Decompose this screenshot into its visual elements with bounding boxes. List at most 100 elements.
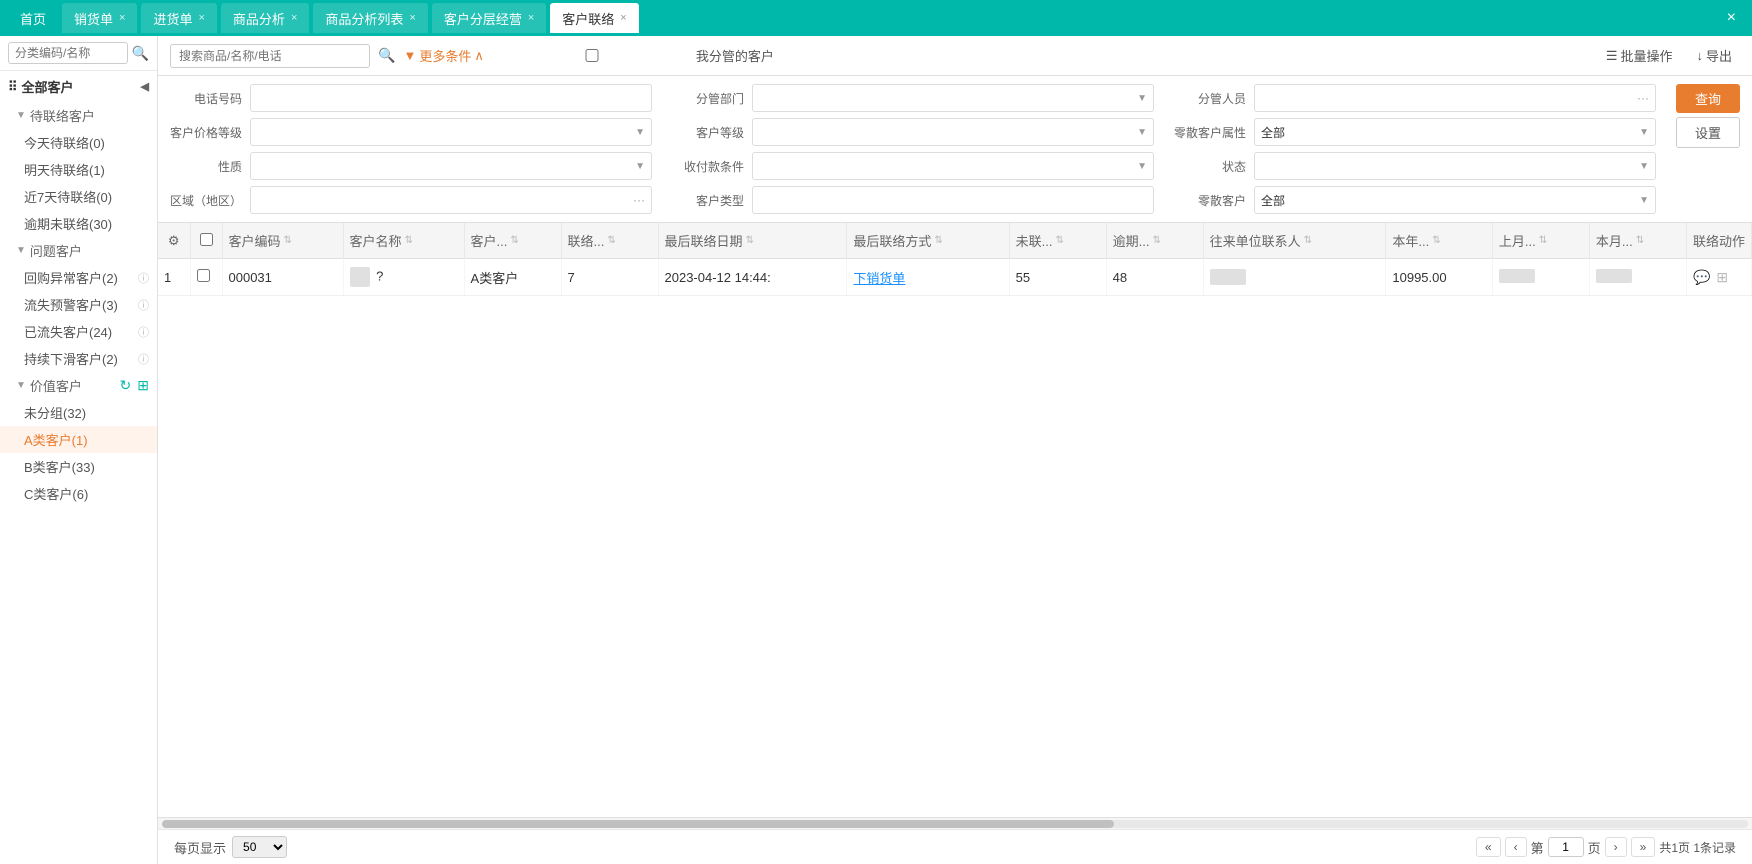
select-all-checkbox[interactable] xyxy=(200,233,213,246)
sidebar-search-input[interactable] xyxy=(8,42,128,64)
close-tab-customer-contact[interactable]: × xyxy=(620,12,626,24)
filter-customer-type: 客户类型 xyxy=(672,186,1154,214)
chevron-icon: ∧ xyxy=(474,48,484,64)
tab-customer-tier[interactable]: 客户分层经营 × xyxy=(432,3,546,33)
scroll-thumb[interactable] xyxy=(162,820,1114,828)
sidebar-search-icon[interactable]: 🔍 xyxy=(132,45,149,62)
grid-icon[interactable]: ⊞ xyxy=(1716,269,1728,286)
nature-select[interactable]: ▼ xyxy=(250,152,652,180)
close-tab-sales[interactable]: × xyxy=(119,12,125,24)
query-button[interactable]: 查询 xyxy=(1676,84,1740,113)
close-all-btn[interactable]: × xyxy=(1719,5,1744,31)
sidebar-item-c-class[interactable]: C类客户(6) xyxy=(0,480,157,507)
group-pending-contact[interactable]: ▼ 待联络客户 xyxy=(0,102,157,129)
th-checkbox[interactable] xyxy=(190,223,222,259)
sidebar-item-overdue[interactable]: 逾期未联络(30) xyxy=(0,210,157,237)
collapse-icon: ◀ xyxy=(141,80,149,93)
close-tab-product-list[interactable]: × xyxy=(409,12,415,24)
main-layout: 🔍 ⠿ 全部客户 ◀ ▼ 待联络客户 今天待联络(0) 明天待联络(1) 近7天… xyxy=(0,36,1752,864)
sidebar-item-today[interactable]: 今天待联络(0) xyxy=(0,129,157,156)
search-icon[interactable]: 🔍 xyxy=(378,47,395,64)
tab-customer-contact[interactable]: 客户联络 × xyxy=(550,3,638,33)
sidebar-item-lost[interactable]: 已流失客户(24) ⓘ xyxy=(0,318,157,345)
sidebar-all-customers[interactable]: ⠿ 全部客户 ◀ xyxy=(0,71,157,102)
sort-icon-6: ⇅ xyxy=(934,235,942,246)
last-page-btn[interactable]: » xyxy=(1631,837,1656,857)
phone-input[interactable] xyxy=(250,84,652,112)
th-name: 客户名称 ⇅ xyxy=(343,223,464,259)
tab-product-list[interactable]: 商品分析列表 × xyxy=(313,3,427,33)
refresh-icon[interactable]: ↻ xyxy=(120,377,132,394)
sidebar-item-ungrouped[interactable]: 未分组(32) xyxy=(0,399,157,426)
prev-page-btn[interactable]: ‹ xyxy=(1505,837,1527,857)
scatter-attr-select[interactable]: 全部 ▼ xyxy=(1254,118,1656,146)
sort-icon-9: ⇅ xyxy=(1304,235,1312,246)
settings-gear-icon[interactable]: ⚙ xyxy=(168,233,180,248)
filter-scatter-attr: 零散客户属性 全部 ▼ xyxy=(1174,118,1656,146)
table-container: ⚙ 客户编码 ⇅ 客户名称 xyxy=(158,223,1752,817)
my-customer-checkbox[interactable]: 我分管的客户 xyxy=(492,46,774,65)
filter-region: 区域（地区） ··· xyxy=(170,186,652,214)
info-icon-2: ⓘ xyxy=(138,297,149,313)
tab-product-analysis[interactable]: 商品分析 × xyxy=(221,3,309,33)
customer-level-select[interactable]: ▼ xyxy=(752,118,1154,146)
page-number-input[interactable] xyxy=(1548,837,1584,857)
sort-icon-10: ⇅ xyxy=(1432,235,1440,246)
row-checkbox[interactable] xyxy=(197,269,210,282)
settings-group-icon[interactable]: ⊞ xyxy=(137,377,149,394)
search-input[interactable] xyxy=(170,44,370,68)
filter-status: 状态 ▼ xyxy=(1174,152,1656,180)
sidebar-item-tomorrow[interactable]: 明天待联络(1) xyxy=(0,156,157,183)
settings-button[interactable]: 设置 xyxy=(1676,117,1740,148)
total-records: 共1页 1条记录 xyxy=(1659,839,1736,856)
th-year-amount: 本年... ⇅ xyxy=(1386,223,1493,259)
price-grade-select[interactable]: ▼ xyxy=(250,118,652,146)
more-conditions-btn[interactable]: ▼ 更多条件 ∧ xyxy=(403,46,483,65)
td-checkbox[interactable] xyxy=(190,259,222,296)
close-tab-purchase[interactable]: × xyxy=(198,12,204,24)
tab-purchase[interactable]: 进货单 × xyxy=(141,3,216,33)
first-page-btn[interactable]: « xyxy=(1476,837,1501,857)
filter-row-3: 性质 ▼ 收付款条件 ▼ xyxy=(170,152,1656,180)
status-select[interactable]: ▼ xyxy=(1254,152,1656,180)
chevron-down-icon-4: ▼ xyxy=(1639,127,1649,138)
sidebar-item-b-class[interactable]: B类客户(33) xyxy=(0,453,157,480)
sidebar-item-declining[interactable]: 持续下滑客户(2) ⓘ xyxy=(0,345,157,372)
region-input[interactable]: ··· xyxy=(250,186,652,214)
dept-select[interactable]: ▼ xyxy=(752,84,1154,112)
sidebar-item-repurchase-anomaly[interactable]: 回购异常客户(2) ⓘ xyxy=(0,264,157,291)
export-button[interactable]: ↓ 导出 xyxy=(1688,42,1740,69)
action-icons: 💬 ⊞ xyxy=(1693,269,1745,286)
close-tab-product-analysis[interactable]: × xyxy=(291,12,297,24)
sidebar-item-7days[interactable]: 近7天待联络(0) xyxy=(0,183,157,210)
tab-sales[interactable]: 销货单 × xyxy=(62,3,137,33)
chat-icon[interactable]: 💬 xyxy=(1693,269,1710,286)
sort-icon-5: ⇅ xyxy=(746,235,754,246)
next-page-btn[interactable]: › xyxy=(1605,837,1627,857)
table-row: 1 000031 ? A类客户 xyxy=(158,259,1752,296)
th-settings[interactable]: ⚙ xyxy=(158,223,190,259)
sidebar-item-a-class[interactable]: A类客户(1) xyxy=(0,426,157,453)
batch-op-button[interactable]: ☰ 批量操作 xyxy=(1598,42,1681,69)
sidebar-item-loss-warning[interactable]: 流失预警客户(3) ⓘ xyxy=(0,291,157,318)
horizontal-scrollbar[interactable] xyxy=(158,817,1752,829)
td-overdue: 48 xyxy=(1106,259,1203,296)
payment-select[interactable]: ▼ xyxy=(752,152,1154,180)
action-buttons-area: 查询 设置 xyxy=(1676,84,1740,214)
th-related-person: 往来单位联系人 ⇅ xyxy=(1203,223,1386,259)
th-contact: 联络... ⇅ xyxy=(561,223,658,259)
scatter-select[interactable]: 全部 ▼ xyxy=(1254,186,1656,214)
ellipsis-icon: ··· xyxy=(1637,91,1649,105)
person-input[interactable]: ··· xyxy=(1254,84,1656,112)
per-page-select[interactable]: 50 100 200 xyxy=(232,836,287,858)
tab-home[interactable]: 首页 xyxy=(8,3,58,33)
th-last-month: 上月... ⇅ xyxy=(1492,223,1589,259)
my-customer-check[interactable] xyxy=(492,49,692,62)
group-value-customers[interactable]: ▼ 价值客户 ↻ ⊞ xyxy=(0,372,157,399)
filter-bar: 🔍 ▼ 更多条件 ∧ 我分管的客户 ☰ 批量操作 ↓ 导出 xyxy=(158,36,1752,76)
group-problem-customers[interactable]: ▼ 问题客户 xyxy=(0,237,157,264)
last-method-link[interactable]: 下销货单 xyxy=(853,271,905,286)
customer-type-input[interactable] xyxy=(752,186,1154,214)
scroll-track[interactable] xyxy=(162,820,1748,828)
close-tab-customer-tier[interactable]: × xyxy=(528,12,534,24)
